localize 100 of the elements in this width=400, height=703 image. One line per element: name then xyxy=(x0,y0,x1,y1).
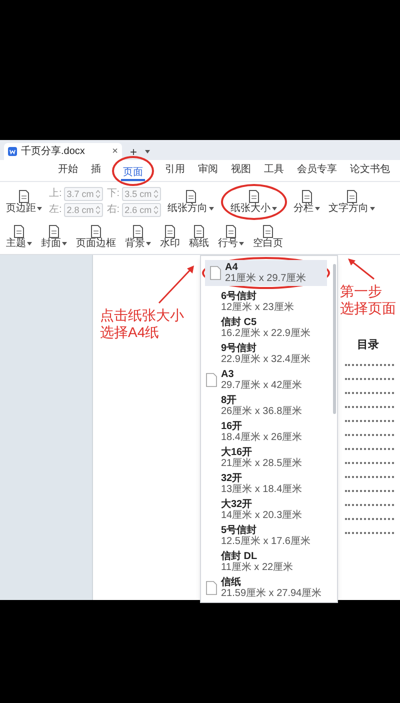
menu-tab[interactable]: 工具 xyxy=(262,163,286,178)
page-icon xyxy=(206,373,216,387)
document-icon xyxy=(164,224,176,238)
paper-size: 22.9厘米 x 32.4厘米 xyxy=(221,354,310,365)
toolbar-label: 稿纸 xyxy=(189,238,209,250)
toolbar-button[interactable]: 分栏 xyxy=(292,187,322,217)
dot-leader xyxy=(345,448,394,450)
margin-label: 下: xyxy=(106,188,120,200)
dot-leader xyxy=(345,490,394,492)
paper-size: 16.2厘米 x 22.9厘米 xyxy=(221,328,310,339)
toolbar-button[interactable]: 页面边框 xyxy=(74,222,118,252)
new-tab-button[interactable]: + xyxy=(126,143,142,160)
menu-tab[interactable]: 引用 xyxy=(163,163,187,178)
toc-title: 目录 xyxy=(357,339,379,352)
toolbar-label: 主题 xyxy=(6,238,26,250)
margin-label: 右: xyxy=(106,204,120,216)
margin-label: 上: xyxy=(49,188,62,200)
document-tab[interactable]: 千页分享.docx × xyxy=(4,143,122,160)
paper-size: 29.7厘米 x 42厘米 xyxy=(221,380,302,391)
toolbar-button[interactable]: 纸张方向 xyxy=(166,187,216,217)
toolbar-label: 水印 xyxy=(160,238,180,250)
toolbar-label: 空白页 xyxy=(253,238,283,250)
paper-name: 信纸 xyxy=(221,577,242,588)
page-icon xyxy=(206,581,216,595)
annotation-text: 选择页面 xyxy=(340,300,396,317)
toolbar-button[interactable]: 水印 xyxy=(158,222,182,252)
paper-size: 18.4厘米 x 26厘米 xyxy=(221,432,302,443)
tab-title: 千页分享.docx xyxy=(21,146,86,158)
caret-icon xyxy=(272,206,277,210)
paper-size: 21厘米 x 28.5厘米 xyxy=(221,458,302,469)
menu-tab[interactable]: 论文书包 xyxy=(348,163,392,178)
caret-icon xyxy=(145,150,150,154)
menu-item[interactable]: A4 21厘米 x 29.7厘米 xyxy=(205,260,327,286)
paper-name: 32开 xyxy=(221,473,242,484)
close-icon[interactable]: × xyxy=(112,146,118,158)
toolbar-button[interactable]: 主题 xyxy=(4,222,34,252)
scrollbar[interactable] xyxy=(333,264,336,414)
document-icon xyxy=(48,224,60,238)
dot-leader xyxy=(345,476,394,478)
toolbar-button[interactable]: 背景 xyxy=(123,222,153,252)
paper-name: 大16开 xyxy=(221,447,254,458)
spinner-icon[interactable] xyxy=(96,206,100,214)
paper-size: 14厘米 x 20.3厘米 xyxy=(221,510,302,521)
paper-name: 信封 DL xyxy=(221,551,258,562)
toolbar-button[interactable]: 纸张大小 xyxy=(228,187,279,217)
paper-name: 16开 xyxy=(221,421,244,432)
caret-icon xyxy=(37,206,42,210)
menu-tab[interactable]: 视图 xyxy=(229,163,253,178)
dot-leader xyxy=(345,462,394,464)
document-icon xyxy=(13,224,25,238)
dot-leader xyxy=(345,364,394,366)
toolbar-button[interactable]: 空白页 xyxy=(251,222,285,252)
paper-name: 大32开 xyxy=(221,499,254,510)
document-icon xyxy=(8,147,17,156)
toolbar-label: 页面边框 xyxy=(76,238,116,250)
document-icon xyxy=(184,190,197,202)
document-icon xyxy=(18,190,30,202)
menu-tab[interactable]: 插 xyxy=(89,163,103,178)
paper-size: 13厘米 x 18.4厘米 xyxy=(221,484,302,495)
paper-name: A3 xyxy=(221,369,235,380)
dot-leader xyxy=(345,392,394,394)
toolbar-button[interactable]: 页边距 xyxy=(4,187,44,217)
paper-size: 21厘米 x 29.7厘米 xyxy=(225,273,306,284)
document-icon xyxy=(193,224,205,238)
caret-icon xyxy=(62,242,67,246)
paper-size: 12.5厘米 x 17.6厘米 xyxy=(221,536,310,547)
toolbar-label: 纸张大小 xyxy=(230,202,271,214)
annotation-text: 点击纸张大小 xyxy=(100,307,184,324)
paper-name: 9号信封 xyxy=(221,343,257,354)
dot-leader xyxy=(345,420,394,422)
dot-leader xyxy=(345,532,394,534)
toolbar-button[interactable]: 封面 xyxy=(39,222,69,252)
caret-icon xyxy=(314,206,320,210)
menu-tab[interactable]: 开始 xyxy=(56,163,80,178)
caret-icon xyxy=(239,242,244,246)
toolbar-label: 页边距 xyxy=(6,202,36,214)
paper-size: 21.59厘米 x 27.94厘米 xyxy=(221,588,322,599)
caret-icon xyxy=(208,206,214,210)
document-icon xyxy=(346,190,358,202)
toolbar-label: 分栏 xyxy=(294,202,314,214)
paper-name: A4 xyxy=(225,262,239,273)
annotation-text: 第一步 xyxy=(340,283,382,300)
toolbar-button[interactable]: 稿纸 xyxy=(187,222,211,252)
toolbar-button[interactable]: 文字方向 xyxy=(326,187,377,217)
toolbar-label: 纸张方向 xyxy=(168,202,208,214)
toolbar-label: 行号 xyxy=(218,238,238,250)
spinner-icon[interactable] xyxy=(154,206,158,214)
spinner-icon[interactable] xyxy=(96,190,100,198)
paper-name: 信封 C5 xyxy=(221,317,257,328)
document-icon xyxy=(225,224,237,238)
menu-tab[interactable]: 审阅 xyxy=(196,163,220,178)
menu-tab[interactable]: 会员专享 xyxy=(295,163,339,178)
paper-size: 26厘米 x 36.8厘米 xyxy=(221,406,302,417)
spinner-icon[interactable] xyxy=(154,190,158,198)
menu-tab[interactable]: 页面 xyxy=(121,166,145,180)
document-icon xyxy=(90,224,102,238)
paper-name: 5号信封 xyxy=(221,525,257,536)
dot-leader xyxy=(345,406,394,408)
toolbar-label: 背景 xyxy=(125,238,145,250)
toolbar-button[interactable]: 行号 xyxy=(216,222,246,252)
